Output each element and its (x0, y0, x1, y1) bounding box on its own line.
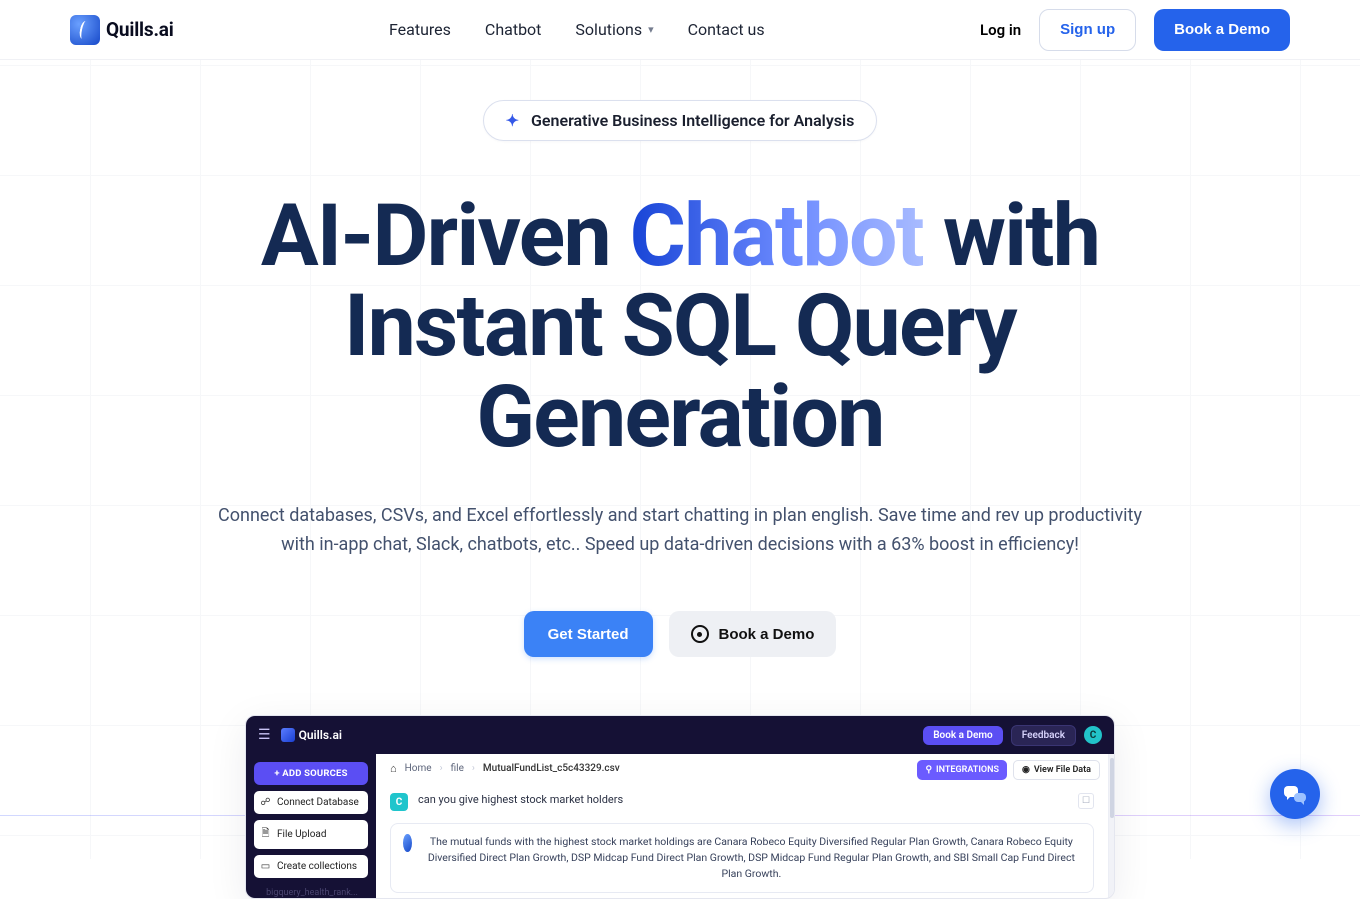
chevron-down-icon: ▾ (648, 23, 654, 36)
chevron-right-icon: › (472, 763, 475, 774)
logo-icon (70, 15, 100, 45)
bot-reply: The mutual funds with the highest stock … (390, 823, 1094, 892)
hero-section: ✦ Generative Business Intelligence for A… (0, 60, 1360, 899)
sidebar-item-connect-db: ☍ Connect Database (254, 791, 368, 814)
database-icon: ☍ (260, 797, 271, 808)
chat-bubble-icon (1284, 786, 1306, 802)
nav-label: Chatbot (485, 20, 542, 39)
avatar: C (1084, 726, 1102, 744)
user-avatar: C (390, 793, 408, 811)
crumb-home-label: Home (405, 763, 432, 774)
book-demo-button[interactable]: Book a Demo (1154, 9, 1290, 51)
integrations-label: INTEGRATIONS (936, 765, 999, 775)
sidebar-item-label: Connect Database (277, 797, 359, 808)
bot-avatar-icon (403, 834, 412, 852)
hero-h1-highlight: Chatbot (630, 185, 924, 286)
shot-toolbar: ⚲ INTEGRATIONS ◉ View File Data (917, 760, 1100, 780)
crumb-mid: file (451, 763, 464, 774)
user-message-text: can you give highest stock market holder… (418, 793, 623, 806)
login-link[interactable]: Log in (980, 21, 1021, 39)
scrollbar-track (1108, 754, 1114, 899)
signup-button[interactable]: Sign up (1039, 9, 1136, 51)
pill-text: Generative Business Intelligence for Ana… (531, 111, 854, 130)
home-icon: ⌂ (390, 762, 397, 775)
view-file-label: View File Data (1034, 765, 1091, 775)
scrollbar-thumb (1110, 758, 1114, 818)
nav-links: Features Chatbot Solutions ▾ Contact us (389, 20, 765, 39)
folder-icon: ▭ (260, 861, 271, 872)
shot-topbar: ☰ Quills.ai Book a Demo Feedback C (246, 716, 1114, 754)
chevron-right-icon: › (440, 763, 443, 774)
sidebar-item-file-upload: 🗎 File Upload (254, 820, 368, 849)
nav-chatbot[interactable]: Chatbot (485, 20, 542, 39)
logo-link[interactable]: Quills.ai (70, 15, 174, 45)
logo-icon (281, 728, 295, 742)
sparkle-icon: ✦ (506, 111, 519, 130)
cta-row: Get Started Book a Demo (0, 611, 1360, 657)
bot-reply-text: The mutual funds with the highest stock … (422, 834, 1081, 881)
eye-icon: ◉ (1022, 765, 1030, 775)
chat-widget-button[interactable] (1270, 769, 1320, 819)
bookmark-icon: ☐ (1078, 793, 1094, 809)
shot-brand: Quills.ai (299, 728, 342, 742)
add-sources-button: + ADD SOURCES (254, 762, 368, 785)
demo-label: Book a Demo (719, 626, 815, 643)
nav-features[interactable]: Features (389, 20, 451, 39)
sidebar-item-label: Create collections (277, 861, 357, 872)
link-icon: ⚲ (925, 765, 932, 775)
hero-pill: ✦ Generative Business Intelligence for A… (483, 100, 878, 141)
target-icon (691, 625, 709, 643)
nav-label: Contact us (688, 20, 765, 39)
nav-right: Log in Sign up Book a Demo (980, 9, 1290, 51)
integrations-chip: ⚲ INTEGRATIONS (917, 760, 1007, 780)
sidebar-ghost-item: bigquery_health_rank... (254, 884, 368, 898)
shot-logo: Quills.ai (281, 728, 342, 742)
get-started-button[interactable]: Get Started (524, 611, 653, 657)
shot-top-left: ☰ Quills.ai (258, 727, 342, 743)
product-screenshot: ☰ Quills.ai Book a Demo Feedback C + ADD… (245, 715, 1115, 899)
nav-label: Solutions (575, 20, 642, 39)
shot-demo-chip: Book a Demo (923, 726, 1003, 745)
crumb-file: MutualFundList_c5c43329.csv (483, 763, 620, 774)
shot-feedback-chip: Feedback (1011, 725, 1076, 746)
hero-heading: AI-Driven Chatbot with Instant SQL Query… (160, 191, 1200, 462)
shot-sidebar: + ADD SOURCES ☍ Connect Database 🗎 File … (246, 754, 376, 899)
shot-main: ⌂ Home › file › MutualFundList_c5c43329.… (376, 754, 1114, 899)
navbar: Quills.ai Features Chatbot Solutions ▾ C… (0, 0, 1360, 60)
shot-content: ⌂ Home › file › MutualFundList_c5c43329.… (376, 754, 1108, 899)
hamburger-icon: ☰ (258, 727, 271, 743)
shot-top-right: Book a Demo Feedback C (923, 725, 1102, 746)
nav-contact[interactable]: Contact us (688, 20, 765, 39)
user-message-row: C can you give highest stock market hold… (390, 793, 1094, 811)
sidebar-item-label: File Upload (277, 829, 327, 840)
book-demo-secondary-button[interactable]: Book a Demo (669, 611, 837, 657)
file-icon: 🗎 (260, 826, 271, 843)
nav-solutions[interactable]: Solutions ▾ (575, 20, 653, 39)
hero-h1-pre: AI-Driven (261, 185, 630, 286)
view-file-chip: ◉ View File Data (1013, 760, 1100, 780)
nav-label: Features (389, 20, 451, 39)
hero-subtext: Connect databases, CSVs, and Excel effor… (200, 502, 1160, 560)
logo-text: Quills.ai (106, 18, 174, 41)
shot-body: + ADD SOURCES ☍ Connect Database 🗎 File … (246, 754, 1114, 899)
